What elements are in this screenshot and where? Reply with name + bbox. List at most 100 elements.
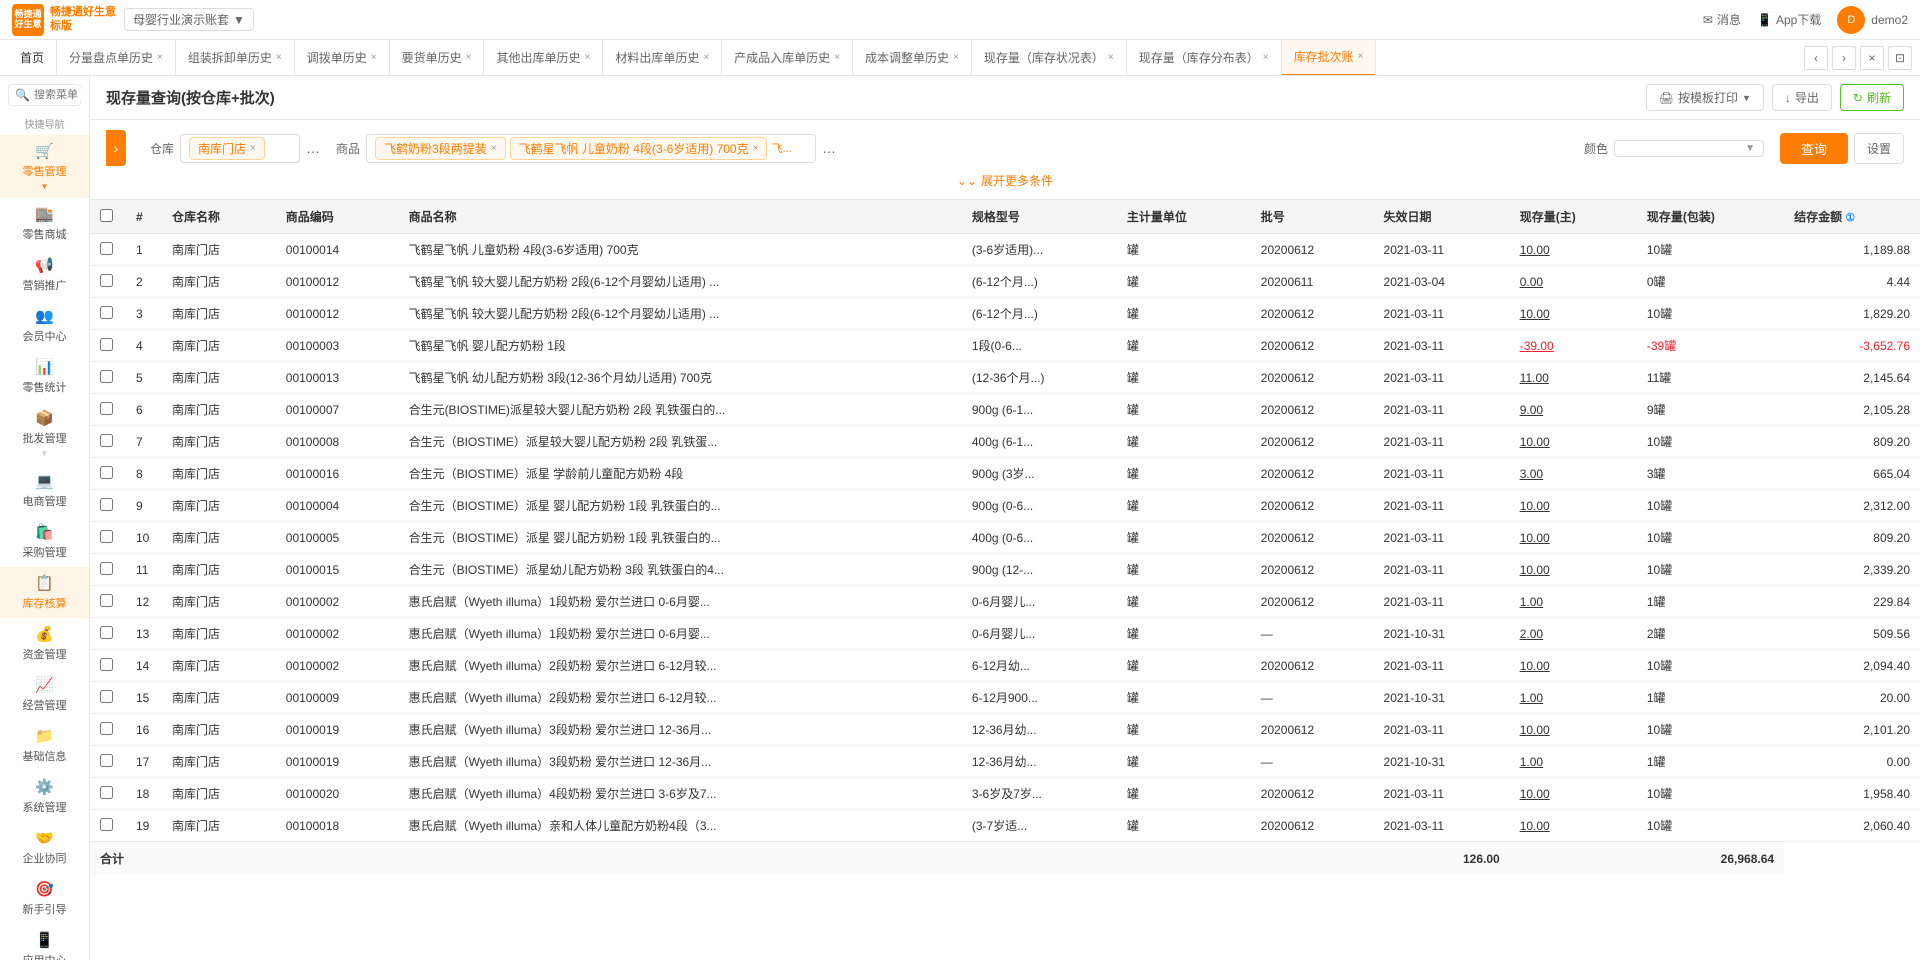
goods-tag-remove-2[interactable]: ×	[753, 143, 759, 154]
tab-home[interactable]: 首页	[8, 40, 57, 76]
warehouse-tag-remove[interactable]: ×	[250, 143, 256, 154]
row-select[interactable]	[100, 722, 113, 735]
row-checkbox[interactable]	[90, 682, 126, 714]
color-input-area[interactable]: ▼	[1614, 140, 1764, 157]
row-select[interactable]	[100, 370, 113, 383]
row-select[interactable]	[100, 594, 113, 607]
row-checkbox[interactable]	[90, 426, 126, 458]
row-select[interactable]	[100, 658, 113, 671]
row-qty-main[interactable]: 1.00	[1510, 746, 1637, 778]
tab-material-out[interactable]: 材料出库单历史 ×	[603, 40, 722, 76]
goods-tag-1[interactable]: 飞鹤奶粉3段两提装 ×	[375, 137, 506, 160]
sidebar-item-finance[interactable]: 💰 资金管理	[0, 618, 89, 669]
row-select[interactable]	[100, 338, 113, 351]
tab-close-icon[interactable]: ×	[371, 52, 377, 63]
row-checkbox[interactable]	[90, 330, 126, 362]
message-btn[interactable]: ✉ 按模板打印 消息	[1703, 11, 1741, 28]
row-select[interactable]	[100, 242, 113, 255]
row-qty-main[interactable]: 10.00	[1510, 490, 1637, 522]
row-checkbox[interactable]	[90, 394, 126, 426]
row-qty-main[interactable]: 2.00	[1510, 618, 1637, 650]
row-checkbox[interactable]	[90, 522, 126, 554]
sidebar-item-retail-stats[interactable]: 📊 零售统计	[0, 351, 89, 402]
sidebar-item-operations[interactable]: 📈 经营管理	[0, 669, 89, 720]
tab-purchase-return[interactable]: 要货单历史 ×	[390, 40, 485, 76]
tab-finished-in[interactable]: 产成品入库单历史 ×	[722, 40, 853, 76]
row-checkbox[interactable]	[90, 778, 126, 810]
sidebar-item-app-center[interactable]: 📱 应用中心	[0, 924, 89, 960]
sidebar-item-wholesale[interactable]: 📦 批发管理 ▼	[0, 402, 89, 465]
sidebar-item-member[interactable]: 👥 会员中心	[0, 300, 89, 351]
row-qty-main[interactable]: 10.00	[1510, 650, 1637, 682]
row-select[interactable]	[100, 786, 113, 799]
app-download-btn[interactable]: 📱 App下载	[1757, 11, 1821, 28]
row-checkbox[interactable]	[90, 810, 126, 842]
sidebar-item-purchase[interactable]: 🛍️ 采购管理	[0, 516, 89, 567]
row-select[interactable]	[100, 754, 113, 767]
amount-info-icon[interactable]: ①	[1845, 212, 1855, 224]
row-checkbox[interactable]	[90, 746, 126, 778]
goods-input-area[interactable]: 飞鹤奶粉3段两提装 × 飞鹤星飞帆 儿童奶粉 4段(3-6岁适用) 700克 ×…	[366, 134, 816, 163]
sidebar-item-retail-mall[interactable]: 🏬 零售商城	[0, 198, 89, 249]
tab-transfer[interactable]: 调拨单历史 ×	[295, 40, 390, 76]
refresh-btn[interactable]: ↻ 刷新	[1840, 84, 1904, 111]
row-checkbox[interactable]	[90, 266, 126, 298]
row-select[interactable]	[100, 626, 113, 639]
sidebar-item-ecommerce[interactable]: 💻 电商管理	[0, 465, 89, 516]
row-select[interactable]	[100, 690, 113, 703]
row-checkbox[interactable]	[90, 554, 126, 586]
row-checkbox[interactable]	[90, 618, 126, 650]
row-qty-main[interactable]: -39.00	[1510, 330, 1637, 362]
tab-close-icon[interactable]: ×	[1263, 52, 1269, 63]
tab-cost-adjust[interactable]: 成本调整单历史 ×	[853, 40, 972, 76]
row-checkbox[interactable]	[90, 298, 126, 330]
row-checkbox[interactable]	[90, 586, 126, 618]
export-btn[interactable]: ↓ 导出	[1772, 84, 1832, 111]
tab-inventory-dist[interactable]: 现存量（库存分布表） ×	[1127, 40, 1282, 76]
expand-conditions-btn[interactable]: ⌄⌄ 展开更多条件	[957, 172, 1053, 189]
tab-close-icon[interactable]: ×	[703, 52, 709, 63]
row-qty-main[interactable]: 10.00	[1510, 298, 1637, 330]
row-qty-main[interactable]: 11.00	[1510, 362, 1637, 394]
row-checkbox[interactable]	[90, 362, 126, 394]
tab-close-icon[interactable]: ×	[584, 52, 590, 63]
row-select[interactable]	[100, 402, 113, 415]
row-qty-main[interactable]: 10.00	[1510, 426, 1637, 458]
warehouse-filter-dots[interactable]: …	[306, 140, 320, 156]
tab-close-icon[interactable]: ×	[1108, 52, 1114, 63]
row-checkbox[interactable]	[90, 458, 126, 490]
tab-combo[interactable]: 组装拆卸单历史 ×	[176, 40, 295, 76]
tab-close-icon[interactable]: ×	[953, 52, 959, 63]
print-btn[interactable]: 🖨 按模板打印 ▼	[1646, 84, 1764, 111]
tab-prev-btn[interactable]: ‹	[1804, 46, 1828, 70]
row-qty-main[interactable]: 9.00	[1510, 394, 1637, 426]
row-qty-main[interactable]: 10.00	[1510, 522, 1637, 554]
search-input[interactable]	[34, 89, 89, 101]
breadcrumb-selector[interactable]: 母婴行业演示账套 ▼	[124, 8, 254, 31]
tab-close-icon[interactable]: ×	[276, 52, 282, 63]
tab-next-btn[interactable]: ›	[1832, 46, 1856, 70]
row-checkbox[interactable]	[90, 650, 126, 682]
tab-close-icon[interactable]: ×	[1358, 51, 1364, 62]
row-qty-main[interactable]: 10.00	[1510, 554, 1637, 586]
sidebar-item-retail-mgmt[interactable]: 🛒 零售管理 ▼	[0, 135, 89, 198]
row-qty-main[interactable]: 1.00	[1510, 682, 1637, 714]
row-qty-main[interactable]: 10.00	[1510, 234, 1637, 266]
tab-inventory-status[interactable]: 现存量（库存状况表） ×	[972, 40, 1127, 76]
row-select[interactable]	[100, 530, 113, 543]
sidebar-item-inventory[interactable]: 📋 库存核算	[0, 567, 89, 618]
row-select[interactable]	[100, 434, 113, 447]
tab-split-inventory[interactable]: 分量盘点单历史 ×	[57, 40, 176, 76]
row-select[interactable]	[100, 466, 113, 479]
tab-other-out[interactable]: 其他出库单历史 ×	[484, 40, 603, 76]
sidebar-item-new-guide[interactable]: 🎯 新手引导	[0, 873, 89, 924]
row-qty-main[interactable]: 10.00	[1510, 714, 1637, 746]
row-qty-main[interactable]: 3.00	[1510, 458, 1637, 490]
query-btn[interactable]: 查询	[1780, 133, 1848, 164]
tab-close-icon[interactable]: ×	[834, 52, 840, 63]
warehouse-tag[interactable]: 南库门店 ×	[189, 137, 265, 160]
tab-batch-voucher[interactable]: 库存批次账 ×	[1282, 40, 1377, 76]
row-qty-main[interactable]: 10.00	[1510, 778, 1637, 810]
row-select[interactable]	[100, 306, 113, 319]
row-qty-main[interactable]: 0.00	[1510, 266, 1637, 298]
